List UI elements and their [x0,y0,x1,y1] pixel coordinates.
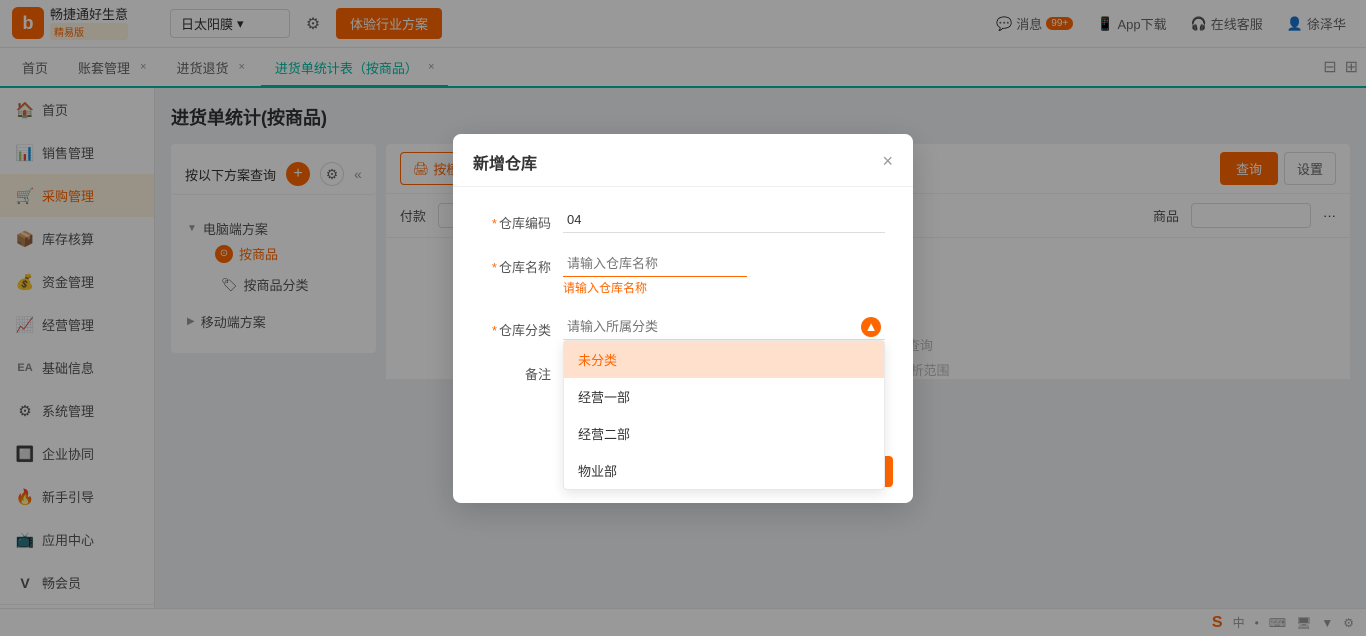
notes-label: 备注 [481,358,551,383]
modal-title: 新增仓库 [473,150,537,174]
dropdown-item-uncategorized[interactable]: 未分类 [564,341,884,378]
name-error-msg: 请输入仓库名称 [563,279,747,296]
warehouse-code-row: 仓库编码 [481,207,885,233]
category-input[interactable] [563,314,885,340]
warehouse-name-row: 仓库名称 请输入仓库名称 [481,251,885,296]
new-warehouse-modal: 新增仓库 × 仓库编码 仓库名称 请输入仓库名称 [453,134,913,503]
modal-close-button[interactable]: × [882,151,893,172]
category-dropdown-list: 未分类 经营一部 经营二部 物业部 [563,340,885,490]
category-dropdown-wrapper: ▲ 未分类 经营一部 经营二部 物业部 [563,314,885,340]
modal-overlay: 新增仓库 × 仓库编码 仓库名称 请输入仓库名称 [0,0,1366,636]
warehouse-code-input[interactable] [563,207,885,233]
category-label: 仓库分类 [481,314,551,339]
dropdown-item-property[interactable]: 物业部 [564,452,884,489]
dropdown-item-dept1[interactable]: 经营一部 [564,378,884,415]
warehouse-name-input[interactable] [563,251,747,277]
modal-header: 新增仓库 × [453,134,913,187]
dropdown-item-dept2[interactable]: 经营二部 [564,415,884,452]
name-label: 仓库名称 [481,251,551,276]
category-dropdown-button[interactable]: ▲ [861,317,881,337]
warehouse-category-row: 仓库分类 ▲ 未分类 经营一部 经营二部 物业部 [481,314,885,340]
code-label: 仓库编码 [481,207,551,232]
modal-body: 仓库编码 仓库名称 请输入仓库名称 仓库分类 ▲ [453,187,913,446]
